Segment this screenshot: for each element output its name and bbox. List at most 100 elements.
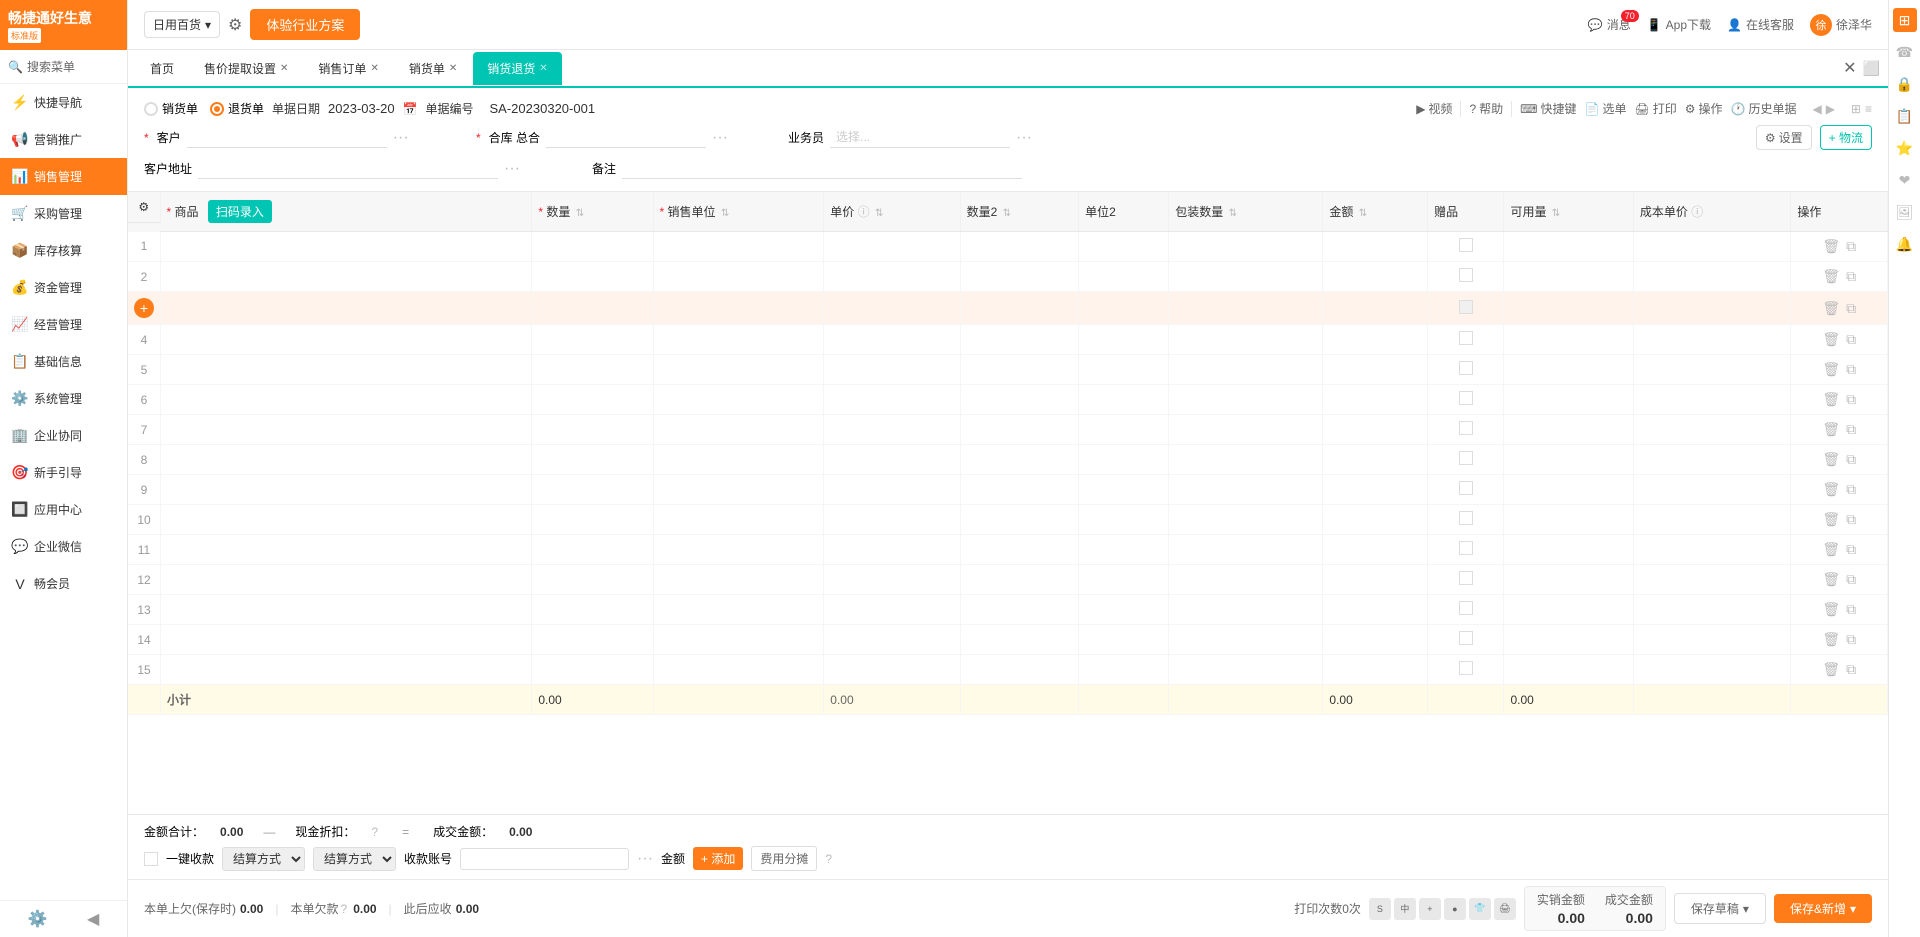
delete-icon[interactable]: 🗑 (1822, 268, 1840, 285)
message-button[interactable]: 💬 70 消息 (1588, 16, 1631, 33)
radio-delivery[interactable]: 销货单 (144, 100, 198, 117)
gift-checkbox[interactable] (1459, 541, 1473, 555)
qty-cell[interactable] (532, 262, 653, 292)
delete-icon[interactable]: 🗑 (1822, 361, 1840, 378)
copy-icon[interactable]: ⧉ (1846, 238, 1856, 255)
qty-cell[interactable] (532, 232, 653, 262)
copy-icon[interactable]: ⧉ (1846, 331, 1856, 348)
account-input[interactable] (460, 848, 629, 870)
fee-split-button[interactable]: 费用分摊 (751, 846, 817, 871)
available-cell[interactable] (1504, 292, 1633, 325)
demo-button[interactable]: 体验行业方案 (250, 9, 360, 40)
gift-checkbox[interactable] (1459, 300, 1473, 314)
product-cell[interactable] (161, 292, 532, 325)
gift-checkbox[interactable] (1459, 571, 1473, 585)
topbar-gear-icon[interactable]: ⚙ (228, 15, 242, 35)
amount-cell[interactable] (1323, 292, 1428, 325)
shortcut-btn[interactable]: ⌨ 快捷键 (1520, 100, 1576, 117)
sidebar-item-wechat[interactable]: 💬 企业微信 (0, 528, 127, 565)
sales-unit-cell[interactable] (653, 232, 824, 262)
sort-icon[interactable]: ⇅ (1003, 208, 1011, 219)
sidebar-item-system[interactable]: ⚙️ 系统管理 (0, 380, 127, 417)
calc-method-select[interactable]: 结算方式 (313, 847, 396, 871)
unit-price-cell[interactable] (824, 262, 960, 292)
unit-price-cell[interactable] (824, 232, 960, 262)
operate-btn[interactable]: ⚙ 操作 (1685, 100, 1723, 117)
sidebar-item-inventory[interactable]: 📦 库存核算 (0, 232, 127, 269)
one-click-payment-checkbox[interactable] (144, 852, 158, 866)
available-cell[interactable] (1504, 232, 1633, 262)
qty-cell[interactable] (532, 292, 653, 325)
pkg-qty-cell[interactable] (1169, 292, 1323, 325)
remark-input[interactable] (622, 158, 1022, 179)
staff-ellipsis[interactable]: ··· (1016, 129, 1032, 147)
cost-price-cell[interactable] (1633, 232, 1791, 262)
sort-icon[interactable]: ⇅ (576, 208, 584, 219)
sort-icon[interactable]: ⇅ (1229, 208, 1237, 219)
unit-price-cell[interactable] (824, 292, 960, 325)
app-download-button[interactable]: 📱 App下载 (1647, 16, 1711, 33)
right-panel-icon-lock[interactable]: 🔒 (1893, 72, 1917, 96)
available-cell[interactable] (1504, 262, 1633, 292)
video-btn[interactable]: ▶ 视频 (1416, 100, 1452, 117)
sidebar-item-basic[interactable]: 📋 基础信息 (0, 343, 127, 380)
sidebar-item-finance[interactable]: 💰 资金管理 (0, 269, 127, 306)
calendar-icon[interactable]: 📅 (403, 102, 418, 116)
right-panel-icon-table[interactable]: ⊞ (1893, 8, 1917, 32)
debt-question-icon[interactable]: ? (341, 902, 348, 916)
next-icon[interactable]: ▶ (1826, 102, 1835, 116)
tab-expand-icon[interactable]: ⬜ (1863, 60, 1880, 77)
copy-icon[interactable]: ⧉ (1846, 300, 1856, 317)
delete-icon[interactable]: 🗑 (1822, 511, 1840, 528)
delete-icon[interactable]: 🗑 (1822, 451, 1840, 468)
delete-icon[interactable]: 🗑 (1822, 631, 1840, 648)
address-ellipsis[interactable]: ··· (504, 160, 520, 178)
sales-unit-cell[interactable] (653, 262, 824, 292)
scan-button[interactable]: 扫码录入 (208, 200, 272, 223)
delete-icon[interactable]: 🗑 (1822, 481, 1840, 498)
prev-icon[interactable]: ◀ (1812, 102, 1821, 116)
gift-checkbox[interactable] (1459, 238, 1473, 252)
right-panel-icon-list[interactable]: 📋 (1893, 104, 1917, 128)
account-ellipsis[interactable]: ··· (637, 850, 653, 868)
qty2-cell[interactable] (960, 262, 1078, 292)
delete-icon[interactable]: 🗑 (1822, 331, 1840, 348)
copy-icon[interactable]: ⧉ (1846, 631, 1856, 648)
copy-icon[interactable]: ⧉ (1846, 451, 1856, 468)
delete-icon[interactable]: 🗑 (1822, 391, 1840, 408)
qty2-cell[interactable] (960, 292, 1078, 325)
tab-close-icon[interactable]: ✕ (539, 63, 547, 74)
gift-checkbox[interactable] (1459, 331, 1473, 345)
tab-close-all-icon[interactable]: ✕ (1843, 58, 1856, 78)
gift-checkbox[interactable] (1459, 268, 1473, 282)
right-panel-icon-heart[interactable]: ❤ (1893, 168, 1917, 192)
sales-unit-cell[interactable] (653, 292, 824, 325)
user-profile[interactable]: 徐 徐泽华 (1810, 14, 1872, 36)
qty2-cell[interactable] (960, 232, 1078, 262)
sidebar-item-newbie[interactable]: 🎯 新手引导 (0, 454, 127, 491)
delete-icon[interactable]: 🗑 (1822, 661, 1840, 678)
copy-icon[interactable]: ⧉ (1846, 361, 1856, 378)
copy-icon[interactable]: ⧉ (1846, 268, 1856, 285)
info-icon[interactable]: ⓘ (1691, 205, 1703, 219)
add-logistics-button[interactable]: + 物流 (1820, 125, 1872, 150)
delete-icon[interactable]: 🗑 (1822, 300, 1840, 317)
sort-icon[interactable]: ⇅ (721, 208, 729, 219)
settings-button[interactable]: ⚙ 设置 (1756, 125, 1812, 150)
add-payment-button[interactable]: + 添加 (693, 847, 743, 870)
grid-icon[interactable]: ⊞ (1851, 102, 1861, 116)
add-row-button[interactable]: + (134, 298, 154, 318)
staff-input[interactable] (830, 127, 1010, 148)
tab-close-icon[interactable]: ✕ (280, 63, 288, 74)
copy-icon[interactable]: ⧉ (1846, 421, 1856, 438)
help-btn[interactable]: ? 帮助 (1469, 100, 1503, 117)
sort-icon[interactable]: ⇅ (1359, 208, 1367, 219)
unit2-cell[interactable] (1079, 262, 1169, 292)
right-panel-icon-bell[interactable]: 🔔 (1893, 232, 1917, 256)
right-panel-icon-star[interactable]: ⭐ (1893, 136, 1917, 160)
warehouse-input[interactable] (546, 127, 706, 148)
history-btn[interactable]: 🕐 历史单据 (1730, 100, 1796, 117)
col-settings-icon[interactable]: ⚙ (138, 200, 149, 214)
amount-cell[interactable] (1323, 232, 1428, 262)
pkg-qty-cell[interactable] (1169, 232, 1323, 262)
